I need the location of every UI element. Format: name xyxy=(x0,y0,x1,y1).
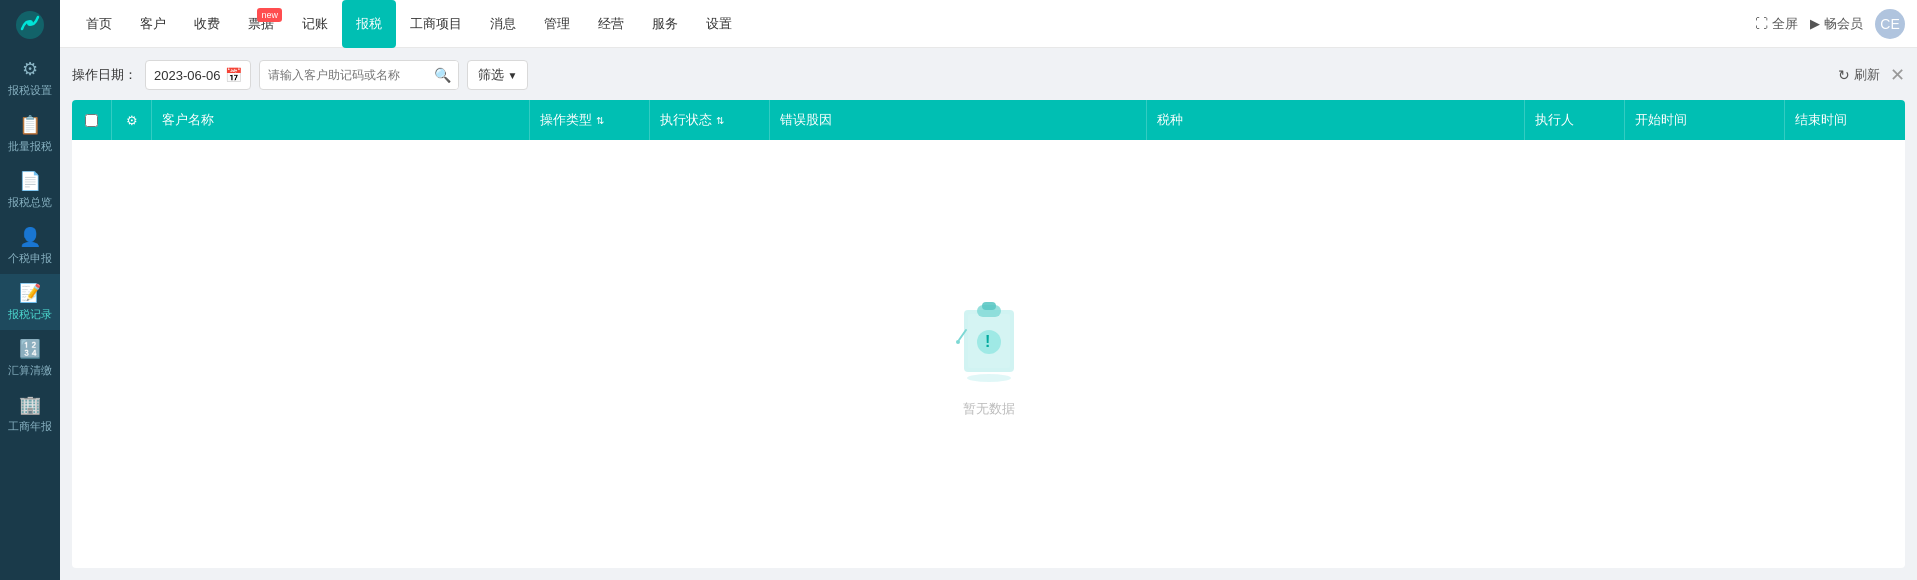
sidebar-item-label: 汇算清缴 xyxy=(8,363,52,378)
th-operation-type: 操作类型 ⇅ xyxy=(530,100,650,140)
fullscreen-btn[interactable]: ⛶ 全屏 xyxy=(1755,15,1798,33)
avatar[interactable]: CE xyxy=(1875,9,1905,39)
member-label: 畅会员 xyxy=(1824,15,1863,33)
sidebar-item-tax-record[interactable]: 📝 报税记录 xyxy=(0,274,60,330)
topnav-item-settings[interactable]: 设置 xyxy=(692,0,746,48)
personal-tax-icon: 👤 xyxy=(19,226,41,248)
sidebar-logo xyxy=(0,0,60,50)
topnav-item-accounting[interactable]: 记账 xyxy=(288,0,342,48)
empty-text: 暂无数据 xyxy=(963,400,1015,418)
table-header: ⚙ 客户名称 操作类型 ⇅ 执行状态 ⇅ 错误股因 税种 xyxy=(72,100,1905,140)
th-exec-status: 执行状态 ⇅ xyxy=(650,100,770,140)
th-error-reason: 错误股因 xyxy=(770,100,1148,140)
tax-settings-icon: ⚙ xyxy=(22,58,38,80)
sidebar-item-tax-summary[interactable]: 📄 报税总览 xyxy=(0,162,60,218)
table-wrapper: ⚙ 客户名称 操作类型 ⇅ 执行状态 ⇅ 错误股因 税种 xyxy=(72,100,1905,568)
toolbar-right: ↻ 刷新 ✕ xyxy=(1838,66,1905,84)
chevron-down-icon: ▼ xyxy=(508,70,518,81)
topnav-label-tax: 报税 xyxy=(356,15,382,33)
sidebar-item-label: 报税记录 xyxy=(8,307,52,322)
topnav-label-management: 管理 xyxy=(544,15,570,33)
member-btn[interactable]: ▶ 畅会员 xyxy=(1810,15,1863,33)
svg-text:!: ! xyxy=(985,333,990,350)
topnav-item-tax[interactable]: 报税 xyxy=(342,0,396,48)
close-btn[interactable]: ✕ xyxy=(1890,66,1905,84)
th-tax-type: 税种 xyxy=(1147,100,1525,140)
th-executor: 执行人 xyxy=(1525,100,1625,140)
empty-state: ! 暂无数据 xyxy=(72,140,1905,568)
svg-point-10 xyxy=(967,374,1011,382)
topnav-item-bizproject[interactable]: 工商项目 xyxy=(396,0,476,48)
sidebar-item-label: 批量报税 xyxy=(8,139,52,154)
refresh-btn[interactable]: ↻ 刷新 xyxy=(1838,66,1880,84)
topnav-item-invoice[interactable]: 票据new xyxy=(234,0,288,48)
topnav-label-settings: 设置 xyxy=(706,15,732,33)
tax-record-icon: 📝 xyxy=(19,282,41,304)
search-input-wrapper: 🔍 xyxy=(259,60,459,90)
date-value: 2023-06-06 xyxy=(154,68,221,83)
sidebar-item-batch-tax[interactable]: 📋 批量报税 xyxy=(0,106,60,162)
svg-point-9 xyxy=(956,340,960,344)
topnav-item-message[interactable]: 消息 xyxy=(476,0,530,48)
reconciliation-icon: 🔢 xyxy=(19,338,41,360)
fullscreen-icon: ⛶ xyxy=(1755,16,1768,31)
sidebar-item-label: 报税总览 xyxy=(8,195,52,210)
topnav-label-message: 消息 xyxy=(490,15,516,33)
sidebar-item-reconciliation[interactable]: 🔢 汇算清缴 xyxy=(0,330,60,386)
topnav-item-customer[interactable]: 客户 xyxy=(126,0,180,48)
sidebar: ⚙ 报税设置 📋 批量报税 📄 报税总览 👤 个税申报 📝 报税记录 🔢 汇算清… xyxy=(0,0,60,580)
th-customer-name: 客户名称 xyxy=(152,100,530,140)
sidebar-item-label: 工商年报 xyxy=(8,419,52,434)
search-button[interactable]: 🔍 xyxy=(428,60,458,90)
refresh-icon: ↻ xyxy=(1838,67,1850,83)
svg-rect-5 xyxy=(982,302,996,310)
batch-tax-icon: 📋 xyxy=(19,114,41,136)
select-all-checkbox[interactable] xyxy=(85,114,98,127)
badge-invoice: new xyxy=(257,8,282,23)
topnav-label-home: 首页 xyxy=(86,15,112,33)
sidebar-item-label: 报税设置 xyxy=(8,83,52,98)
th-end-time: 结束时间 xyxy=(1785,100,1905,140)
sidebar-item-personal-tax[interactable]: 👤 个税申报 xyxy=(0,218,60,274)
date-label: 操作日期： xyxy=(72,66,137,84)
th-start-time: 开始时间 xyxy=(1625,100,1785,140)
sidebar-item-label: 个税申报 xyxy=(8,251,52,266)
toolbar: 操作日期： 2023-06-06 📅 🔍 筛选 ▼ ↻ 刷新 ✕ xyxy=(72,60,1905,90)
topnav: 首页 客户 收费票据new 记账 报税 工商项目 消息 管理 经营 服务 设置 ⛶ 全屏 ▶ 畅会员… xyxy=(60,0,1917,48)
gear-icon: ⚙ xyxy=(126,113,138,128)
topnav-item-management[interactable]: 管理 xyxy=(530,0,584,48)
topnav-label-billing: 收费 xyxy=(194,15,220,33)
topnav-items: 首页 客户 收费票据new 记账 报税 工商项目 消息 管理 经营 服务 设置 xyxy=(72,0,1755,48)
topnav-label-service: 服务 xyxy=(652,15,678,33)
tax-summary-icon: 📄 xyxy=(19,170,41,192)
sort-icon: ⇅ xyxy=(596,115,604,126)
topnav-label-bizproject: 工商项目 xyxy=(410,15,462,33)
main-container: 首页 客户 收费票据new 记账 报税 工商项目 消息 管理 经营 服务 设置 ⛶ 全屏 ▶ 畅会员… xyxy=(60,0,1917,580)
topnav-label-operation: 经营 xyxy=(598,15,624,33)
search-input[interactable] xyxy=(260,68,428,82)
fullscreen-label: 全屏 xyxy=(1772,15,1798,33)
annual-report-icon: 🏢 xyxy=(19,394,41,416)
topnav-item-service[interactable]: 服务 xyxy=(638,0,692,48)
empty-illustration: ! xyxy=(944,290,1034,390)
th-gear[interactable]: ⚙ xyxy=(112,100,152,140)
page-content: 操作日期： 2023-06-06 📅 🔍 筛选 ▼ ↻ 刷新 ✕ xyxy=(60,48,1917,580)
topnav-label-customer: 客户 xyxy=(140,15,166,33)
refresh-label: 刷新 xyxy=(1854,66,1880,84)
filter-label: 筛选 xyxy=(478,66,504,84)
date-input[interactable]: 2023-06-06 📅 xyxy=(145,60,251,90)
topnav-right: ⛶ 全屏 ▶ 畅会员 CE xyxy=(1755,9,1905,39)
topnav-label-accounting: 记账 xyxy=(302,15,328,33)
sidebar-item-annual-report[interactable]: 🏢 工商年报 xyxy=(0,386,60,442)
topnav-item-operation[interactable]: 经营 xyxy=(584,0,638,48)
filter-btn[interactable]: 筛选 ▼ xyxy=(467,60,529,90)
calendar-icon: 📅 xyxy=(225,67,242,83)
th-checkbox[interactable] xyxy=(72,100,112,140)
sort-icon-2: ⇅ xyxy=(716,115,724,126)
sidebar-item-tax-settings[interactable]: ⚙ 报税设置 xyxy=(0,50,60,106)
topnav-item-home[interactable]: 首页 xyxy=(72,0,126,48)
topnav-item-billing[interactable]: 收费 xyxy=(180,0,234,48)
svg-point-1 xyxy=(27,20,33,26)
video-icon: ▶ xyxy=(1810,16,1820,31)
